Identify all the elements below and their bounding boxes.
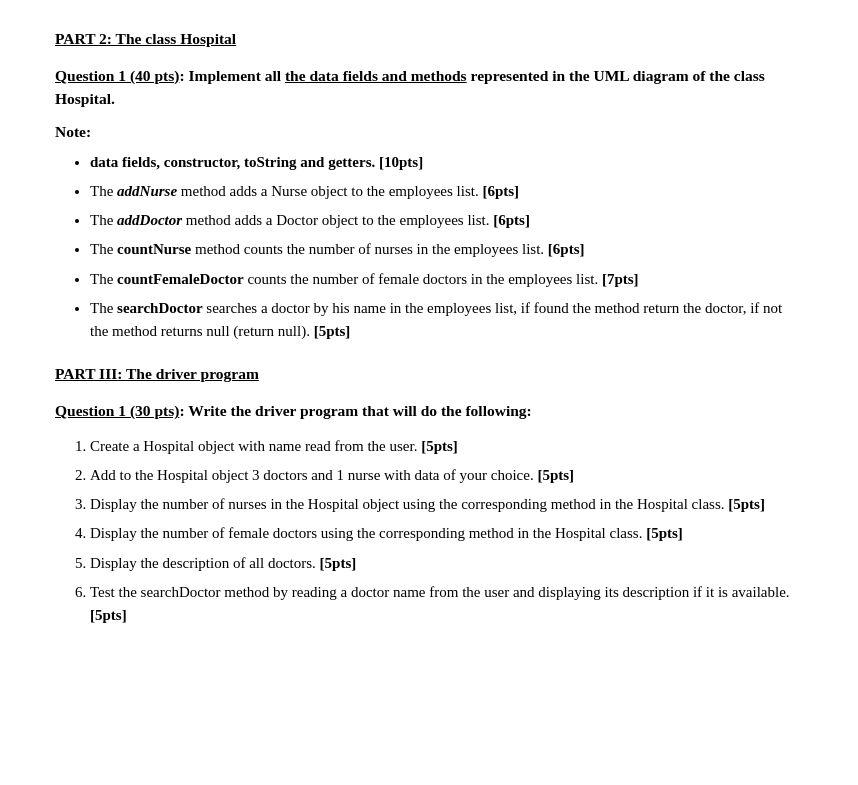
bullet1-bold: data fields, constructor, toString and g… bbox=[90, 154, 375, 170]
list-item: Display the number of female doctors usi… bbox=[90, 522, 803, 545]
item3-text: Display the number of nurses in the Hosp… bbox=[90, 496, 724, 512]
list-item: Create a Hospital object with name read … bbox=[90, 435, 803, 458]
list-item: The addNurse method adds a Nurse object … bbox=[90, 180, 803, 203]
part3-numbered-list: Create a Hospital object with name read … bbox=[55, 435, 803, 628]
bullet2-pts: [6pts] bbox=[479, 183, 519, 199]
list-item: The countNurse method counts the number … bbox=[90, 238, 803, 261]
item6-text: Test the searchDoctor method by reading … bbox=[90, 584, 790, 600]
list-item: data fields, constructor, toString and g… bbox=[90, 151, 803, 174]
item1-pts: [5pts] bbox=[417, 438, 457, 454]
item2-text: Add to the Hospital object 3 doctors and… bbox=[90, 467, 534, 483]
list-item: The searchDoctor searches a doctor by hi… bbox=[90, 297, 803, 344]
bullet5-text: counts the number of female doctors in t… bbox=[244, 271, 599, 287]
part3-q1-label: Question 1 (30 pts) bbox=[55, 402, 179, 419]
list-item: The countFemaleDoctor counts the number … bbox=[90, 268, 803, 291]
item2-pts: [5pts] bbox=[534, 467, 574, 483]
bullet6-bold: searchDoctor bbox=[117, 300, 203, 316]
bullet2-text: method adds a Nurse object to the employ… bbox=[177, 183, 479, 199]
part2-bullet-list: data fields, constructor, toString and g… bbox=[55, 151, 803, 344]
bullet3-text: method adds a Doctor object to the emplo… bbox=[182, 212, 489, 228]
part2-heading: PART 2: The class Hospital bbox=[55, 30, 803, 48]
item6-pts: [5pts] bbox=[90, 607, 127, 623]
bullet3-pts: [6pts] bbox=[490, 212, 530, 228]
bullet2-prefix: The bbox=[90, 183, 117, 199]
part2-q1-label: Question 1 (40 pts) bbox=[55, 67, 179, 84]
bullet5-pts: [7pts] bbox=[598, 271, 638, 287]
item1-text: Create a Hospital object with name read … bbox=[90, 438, 417, 454]
part2-q1-intro: : Implement all bbox=[179, 67, 284, 84]
part2-q1-underline: the data fields and methods bbox=[285, 67, 467, 84]
part3-question1-heading: Question 1 (30 pts): Write the driver pr… bbox=[55, 399, 803, 422]
item5-text: Display the description of all doctors. bbox=[90, 555, 316, 571]
item4-text: Display the number of female doctors usi… bbox=[90, 525, 642, 541]
part2-section: PART 2: The class Hospital Question 1 (4… bbox=[55, 30, 803, 343]
bullet2-italic: addNurse bbox=[117, 183, 177, 199]
bullet4-prefix: The bbox=[90, 241, 117, 257]
note-label: Note: bbox=[55, 123, 803, 141]
list-item: The addDoctor method adds a Doctor objec… bbox=[90, 209, 803, 232]
bullet1-pts: [10pts] bbox=[375, 154, 423, 170]
part2-question1-heading: Question 1 (40 pts): Implement all the d… bbox=[55, 64, 803, 111]
bullet6-prefix: The bbox=[90, 300, 117, 316]
bullet3-prefix: The bbox=[90, 212, 117, 228]
part3-heading: PART III: The driver program bbox=[55, 365, 803, 383]
item4-pts: [5pts] bbox=[642, 525, 682, 541]
bullet4-text: method counts the number of nurses in th… bbox=[191, 241, 544, 257]
page-content: PART 2: The class Hospital Question 1 (4… bbox=[0, 0, 858, 685]
part3-q1-intro: : Write the driver program that will do … bbox=[179, 402, 531, 419]
item5-pts: [5pts] bbox=[316, 555, 356, 571]
list-item: Test the searchDoctor method by reading … bbox=[90, 581, 803, 628]
bullet4-pts: [6pts] bbox=[544, 241, 584, 257]
bullet3-italic: addDoctor bbox=[117, 212, 182, 228]
list-item: Display the description of all doctors. … bbox=[90, 552, 803, 575]
list-item: Add to the Hospital object 3 doctors and… bbox=[90, 464, 803, 487]
part3-section: PART III: The driver program Question 1 … bbox=[55, 365, 803, 627]
bullet5-bold: countFemaleDoctor bbox=[117, 271, 244, 287]
bullet5-prefix: The bbox=[90, 271, 117, 287]
list-item: Display the number of nurses in the Hosp… bbox=[90, 493, 803, 516]
bullet4-bold: countNurse bbox=[117, 241, 191, 257]
bullet6-pts: [5pts] bbox=[310, 323, 350, 339]
item3-pts: [5pts] bbox=[724, 496, 764, 512]
